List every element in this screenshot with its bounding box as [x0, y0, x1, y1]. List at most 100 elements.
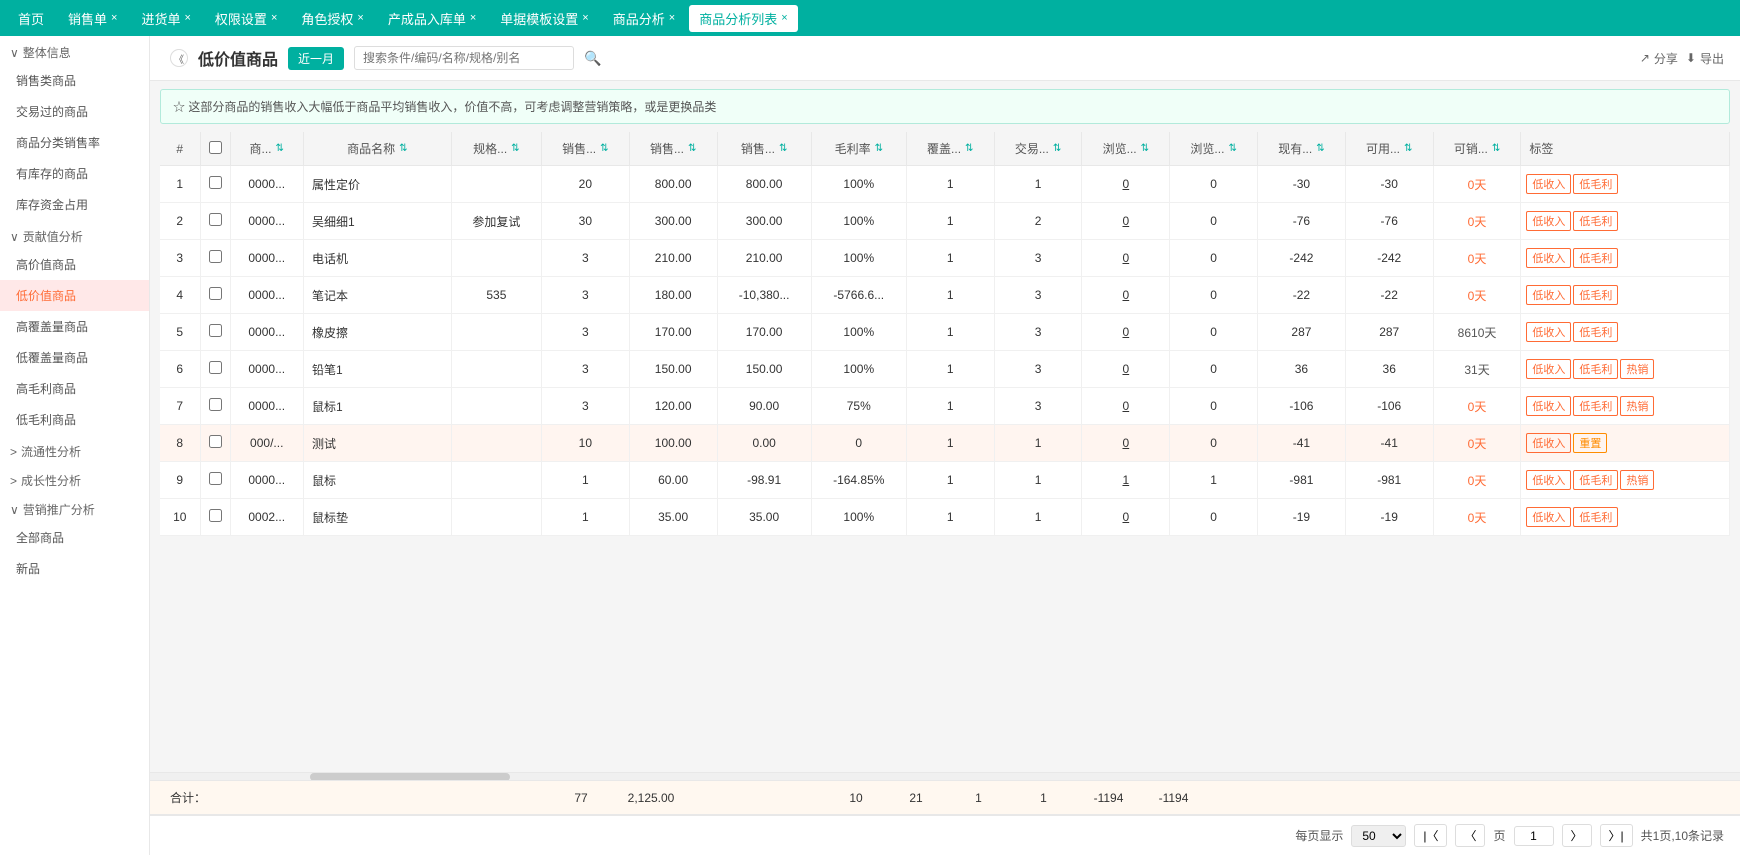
sidebar-item-new-products[interactable]: 新品	[0, 553, 149, 584]
th-sales3[interactable]: 销售...⇅	[717, 132, 811, 166]
th-stock1[interactable]: 现有...⇅	[1258, 132, 1346, 166]
th-checkbox[interactable]	[200, 132, 230, 166]
sidebar-collapse-button[interactable]: 《	[170, 49, 188, 67]
th-margin-rate[interactable]: 毛利率⇅	[811, 132, 906, 166]
table-row[interactable]: 6 0000... 铅笔1 3 150.00 150.00 100% 1 3 0…	[160, 351, 1730, 388]
sidebar-group-marketing[interactable]: ∨ 营销推广分析	[0, 493, 149, 522]
page-number-input[interactable]	[1514, 826, 1554, 846]
row-checkbox[interactable]	[209, 435, 222, 448]
select-all-checkbox[interactable]	[209, 141, 222, 154]
browse-link[interactable]: 0	[1122, 214, 1129, 228]
nav-close-inbound[interactable]: ×	[470, 12, 476, 24]
cell-browse1[interactable]: 0	[1082, 203, 1170, 240]
nav-role-auth[interactable]: 角色授权 ×	[291, 5, 373, 32]
nav-close-role[interactable]: ×	[357, 12, 363, 24]
browse-link[interactable]: 0	[1122, 399, 1129, 413]
th-browse2[interactable]: 浏览...⇅	[1170, 132, 1258, 166]
nav-close-permissions[interactable]: ×	[271, 12, 277, 24]
table-row[interactable]: 4 0000... 笔记本 535 3 180.00 -10,380... -5…	[160, 277, 1730, 314]
horizontal-scrollbar[interactable]	[150, 772, 1740, 780]
cell-browse1[interactable]: 1	[1082, 462, 1170, 499]
row-checkbox[interactable]	[209, 509, 222, 522]
nav-home[interactable]: 首页	[8, 5, 54, 32]
table-row[interactable]: 5 0000... 橡皮擦 3 170.00 170.00 100% 1 3 0…	[160, 314, 1730, 351]
sidebar-item-traded-products[interactable]: 交易过的商品	[0, 96, 149, 127]
cell-checkbox[interactable]	[200, 277, 230, 314]
cell-checkbox[interactable]	[200, 166, 230, 203]
sidebar-item-low-value[interactable]: 低价值商品	[0, 280, 149, 311]
row-checkbox[interactable]	[209, 213, 222, 226]
cell-browse1[interactable]: 0	[1082, 425, 1170, 462]
sidebar-item-high-coverage[interactable]: 高覆盖量商品	[0, 311, 149, 342]
page-size-select[interactable]: 50 100 200	[1351, 825, 1406, 847]
search-input[interactable]	[354, 46, 574, 70]
sidebar-item-low-margin[interactable]: 低毛利商品	[0, 404, 149, 435]
th-name[interactable]: 商品名称⇅	[303, 132, 451, 166]
sidebar-item-stock-products[interactable]: 有库存的商品	[0, 158, 149, 189]
cell-browse1[interactable]: 0	[1082, 166, 1170, 203]
nav-close-analysis[interactable]: ×	[669, 12, 675, 24]
row-checkbox[interactable]	[209, 287, 222, 300]
first-page-button[interactable]: |〈	[1414, 824, 1447, 847]
cell-checkbox[interactable]	[200, 425, 230, 462]
row-checkbox[interactable]	[209, 361, 222, 374]
cell-browse1[interactable]: 0	[1082, 388, 1170, 425]
row-checkbox[interactable]	[209, 250, 222, 263]
cell-checkbox[interactable]	[200, 462, 230, 499]
cell-checkbox[interactable]	[200, 388, 230, 425]
browse-link[interactable]: 0	[1122, 510, 1129, 524]
table-row[interactable]: 9 0000... 鼠标 1 60.00 -98.91 -164.85% 1 1…	[160, 462, 1730, 499]
table-row[interactable]: 3 0000... 电话机 3 210.00 210.00 100% 1 3 0…	[160, 240, 1730, 277]
browse-link[interactable]: 0	[1122, 177, 1129, 191]
search-icon[interactable]: 🔍	[584, 50, 601, 67]
th-code[interactable]: 商...⇅	[230, 132, 303, 166]
nav-template-settings[interactable]: 单据模板设置 ×	[490, 5, 598, 32]
th-coverage[interactable]: 覆盖...⇅	[906, 132, 994, 166]
th-browse1[interactable]: 浏览...⇅	[1082, 132, 1170, 166]
table-row[interactable]: 1 0000... 属性定价 20 800.00 800.00 100% 1 1…	[160, 166, 1730, 203]
export-button[interactable]: ⬇ 导出	[1686, 50, 1724, 67]
cell-browse1[interactable]: 0	[1082, 277, 1170, 314]
cell-browse1[interactable]: 0	[1082, 314, 1170, 351]
sidebar-item-sales-products[interactable]: 销售类商品	[0, 65, 149, 96]
nav-close-purchase[interactable]: ×	[184, 12, 190, 24]
table-row[interactable]: 2 0000... 吴细细1 参加复试 30 300.00 300.00 100…	[160, 203, 1730, 240]
browse-link[interactable]: 0	[1122, 251, 1129, 265]
th-stock2[interactable]: 可用...⇅	[1345, 132, 1433, 166]
table-row[interactable]: 8 000/... 测试 10 100.00 0.00 0 1 1 0 0 -4…	[160, 425, 1730, 462]
nav-permissions[interactable]: 权限设置 ×	[205, 5, 287, 32]
sidebar-group-overall[interactable]: ∨ 整体信息	[0, 36, 149, 65]
cell-browse1[interactable]: 0	[1082, 240, 1170, 277]
cell-checkbox[interactable]	[200, 240, 230, 277]
browse-link[interactable]: 0	[1122, 436, 1129, 450]
sidebar-item-stock-funds[interactable]: 库存资金占用	[0, 189, 149, 220]
share-button[interactable]: ↗ 分享	[1640, 50, 1678, 67]
cell-checkbox[interactable]	[200, 203, 230, 240]
filter-recent-month-button[interactable]: 近一月	[288, 47, 344, 70]
nav-close-sales[interactable]: ×	[111, 12, 117, 24]
browse-link[interactable]: 0	[1122, 362, 1129, 376]
row-checkbox[interactable]	[209, 324, 222, 337]
nav-product-analysis-list[interactable]: 商品分析列表 ×	[689, 5, 797, 32]
cell-checkbox[interactable]	[200, 314, 230, 351]
table-container[interactable]: # 商...⇅ 商品名称⇅ 规格...⇅ 销售...⇅ 销售...⇅ 销售...…	[160, 132, 1730, 772]
sidebar-group-contribution[interactable]: ∨ 贡献值分析	[0, 220, 149, 249]
nav-purchase-order[interactable]: 进货单 ×	[131, 5, 200, 32]
browse-link[interactable]: 0	[1122, 288, 1129, 302]
prev-page-button[interactable]: 〈	[1455, 824, 1485, 847]
browse-link[interactable]: 1	[1122, 473, 1129, 487]
th-sales2[interactable]: 销售...⇅	[629, 132, 717, 166]
row-checkbox[interactable]	[209, 398, 222, 411]
browse-link[interactable]: 0	[1122, 325, 1129, 339]
th-spec[interactable]: 规格...⇅	[451, 132, 541, 166]
sidebar-group-circulation[interactable]: > 流通性分析	[0, 435, 149, 464]
table-row[interactable]: 7 0000... 鼠标1 3 120.00 90.00 75% 1 3 0 0…	[160, 388, 1730, 425]
row-checkbox[interactable]	[209, 472, 222, 485]
cell-browse1[interactable]: 0	[1082, 499, 1170, 536]
last-page-button[interactable]: 〉|	[1600, 824, 1633, 847]
table-row[interactable]: 10 0002... 鼠标垫 1 35.00 35.00 100% 1 1 0 …	[160, 499, 1730, 536]
cell-browse1[interactable]: 0	[1082, 351, 1170, 388]
sidebar-item-high-margin[interactable]: 高毛利商品	[0, 373, 149, 404]
th-stock3[interactable]: 可销...⇅	[1433, 132, 1521, 166]
sidebar-item-category-rate[interactable]: 商品分类销售率	[0, 127, 149, 158]
